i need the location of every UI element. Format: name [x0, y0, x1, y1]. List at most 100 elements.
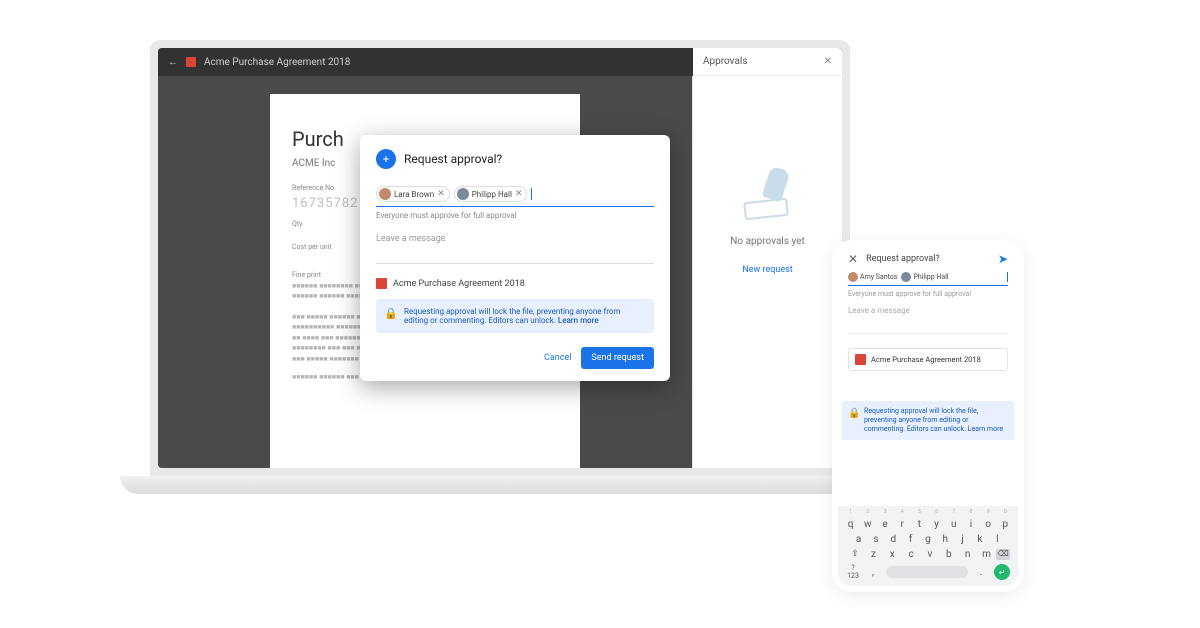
- pdf-icon: [855, 354, 866, 365]
- keyboard-key[interactable]: y: [930, 519, 944, 530]
- learn-more-link[interactable]: Learn more: [558, 316, 599, 325]
- comma-key[interactable]: ,: [866, 567, 880, 578]
- approvers-input[interactable]: Lara Brown ✕ Philipp Hall ✕: [376, 183, 654, 207]
- approver-chip[interactable]: Philipp Hall ✕: [454, 186, 528, 202]
- keyboard-key[interactable]: s: [869, 534, 883, 545]
- keyboard-key[interactable]: g: [921, 534, 935, 545]
- message-input[interactable]: Leave a message: [376, 230, 654, 264]
- keyboard-key[interactable]: l: [990, 534, 1004, 545]
- keyboard-key[interactable]: m: [979, 549, 993, 560]
- lock-icon: 🔒: [384, 307, 398, 320]
- keyboard-key[interactable]: b: [942, 549, 956, 560]
- text-cursor: [531, 188, 532, 200]
- voice-input-button[interactable]: ↵: [994, 564, 1010, 580]
- attachment-name: Acme Purchase Agreement 2018: [393, 279, 525, 289]
- pdf-icon: [376, 278, 387, 289]
- approvers-hint: Everyone must approve for full approval: [376, 211, 654, 220]
- mobile-message-input[interactable]: Leave a message: [848, 306, 1008, 334]
- keyboard-key[interactable]: u: [947, 519, 961, 530]
- keyboard-key[interactable]: o: [981, 519, 995, 530]
- keyboard-key[interactable]: w: [861, 519, 875, 530]
- request-approval-dialog: + Request approval? Lara Brown ✕ Philipp…: [360, 135, 670, 381]
- phone-frame: ✕ Request approval? ➤ Amy Santos Philipp…: [838, 246, 1018, 586]
- approver-chip[interactable]: Philipp Hall: [901, 272, 948, 282]
- keyboard-key[interactable]: c: [904, 549, 918, 560]
- send-icon[interactable]: ➤: [998, 252, 1008, 266]
- keyboard-key[interactable]: a: [852, 534, 866, 545]
- spacebar-key[interactable]: [886, 566, 968, 578]
- lock-info-banner: 🔒 Requesting approval will lock the file…: [376, 299, 654, 333]
- key-hint: 8: [970, 510, 973, 515]
- person-add-icon: +: [376, 149, 396, 169]
- key-hint: 5: [918, 510, 921, 515]
- remove-chip-icon[interactable]: ✕: [437, 189, 445, 199]
- key-hint: 7: [952, 510, 955, 515]
- avatar: [848, 272, 858, 282]
- mobile-hint: Everyone must approve for full approval: [848, 290, 1008, 298]
- lock-icon: 🔒: [848, 407, 860, 420]
- pdf-icon: [186, 57, 196, 67]
- key-hint: 1: [849, 510, 852, 515]
- keyboard-key[interactable]: n: [961, 549, 975, 560]
- shift-key[interactable]: ⇧: [846, 549, 864, 560]
- key-hint: 4: [901, 510, 904, 515]
- text-cursor: [1007, 272, 1008, 282]
- keyboard-key[interactable]: p: [998, 519, 1012, 530]
- stamp-illustration: [740, 166, 796, 222]
- back-icon[interactable]: ←: [168, 57, 178, 68]
- dialog-title: Request approval?: [404, 152, 502, 166]
- key-hint: 0: [1004, 510, 1007, 515]
- keyboard-key[interactable]: j: [956, 534, 970, 545]
- period-key[interactable]: .: [974, 567, 988, 578]
- backspace-key[interactable]: ⌫: [996, 549, 1010, 560]
- soft-keyboard[interactable]: 1 2 3 4 5 6 7 8 9 0 qwertyuiop asdfghjkl ⇧ zxcvbn…: [838, 506, 1018, 586]
- keyboard-key[interactable]: k: [973, 534, 987, 545]
- key-hint: 9: [987, 510, 990, 515]
- avatar: [379, 188, 391, 200]
- key-hint: 3: [884, 510, 887, 515]
- document-title: Acme Purchase Agreement 2018: [204, 57, 350, 68]
- chip-name: Philipp Hall: [472, 190, 512, 199]
- keyboard-key[interactable]: f: [904, 534, 918, 545]
- mobile-title: Request approval?: [866, 254, 990, 264]
- keyboard-key[interactable]: r: [895, 519, 909, 530]
- avatar: [901, 272, 911, 282]
- approvals-panel: Approvals ✕ No approvals yet New request: [692, 76, 842, 468]
- approvals-panel-header: Approvals ✕: [693, 48, 842, 76]
- keyboard-key[interactable]: t: [912, 519, 926, 530]
- keyboard-key[interactable]: v: [923, 549, 937, 560]
- mobile-attachment: Acme Purchase Agreement 2018: [848, 348, 1008, 371]
- chip-name: Amy Santos: [860, 273, 897, 281]
- chip-name: Lara Brown: [394, 190, 434, 199]
- approver-chip[interactable]: Lara Brown ✕: [376, 186, 450, 202]
- approvals-title: Approvals: [703, 56, 747, 67]
- new-request-link[interactable]: New request: [742, 265, 792, 275]
- info-text: Requesting approval will lock the file, …: [864, 407, 978, 433]
- key-hint: 6: [935, 510, 938, 515]
- mobile-header: ✕ Request approval? ➤: [838, 246, 1018, 272]
- close-icon[interactable]: ✕: [824, 56, 832, 67]
- cancel-button[interactable]: Cancel: [544, 353, 571, 363]
- laptop-base: [120, 476, 880, 494]
- mobile-approvers-input[interactable]: Amy Santos Philipp Hall: [848, 272, 1008, 286]
- avatar: [457, 188, 469, 200]
- learn-more-link[interactable]: Learn more: [968, 425, 1003, 433]
- keyboard-key[interactable]: e: [878, 519, 892, 530]
- symbols-key[interactable]: ?123: [846, 564, 860, 580]
- keyboard-key[interactable]: i: [964, 519, 978, 530]
- close-icon[interactable]: ✕: [848, 252, 858, 266]
- keyboard-key[interactable]: h: [938, 534, 952, 545]
- keyboard-key[interactable]: q: [844, 519, 858, 530]
- key-hint: 2: [866, 510, 869, 515]
- attachment-name: Acme Purchase Agreement 2018: [871, 355, 981, 364]
- keyboard-key[interactable]: d: [886, 534, 900, 545]
- attachment-row: Acme Purchase Agreement 2018: [376, 278, 654, 289]
- send-request-button[interactable]: Send request: [581, 347, 654, 369]
- empty-state-text: No approvals yet: [730, 236, 804, 247]
- keyboard-key[interactable]: x: [885, 549, 899, 560]
- remove-chip-icon[interactable]: ✕: [515, 189, 523, 199]
- mobile-info-banner: 🔒 Requesting approval will lock the file…: [842, 401, 1014, 440]
- keyboard-key[interactable]: z: [866, 549, 880, 560]
- chip-name: Philipp Hall: [913, 273, 948, 281]
- approver-chip[interactable]: Amy Santos: [848, 272, 897, 282]
